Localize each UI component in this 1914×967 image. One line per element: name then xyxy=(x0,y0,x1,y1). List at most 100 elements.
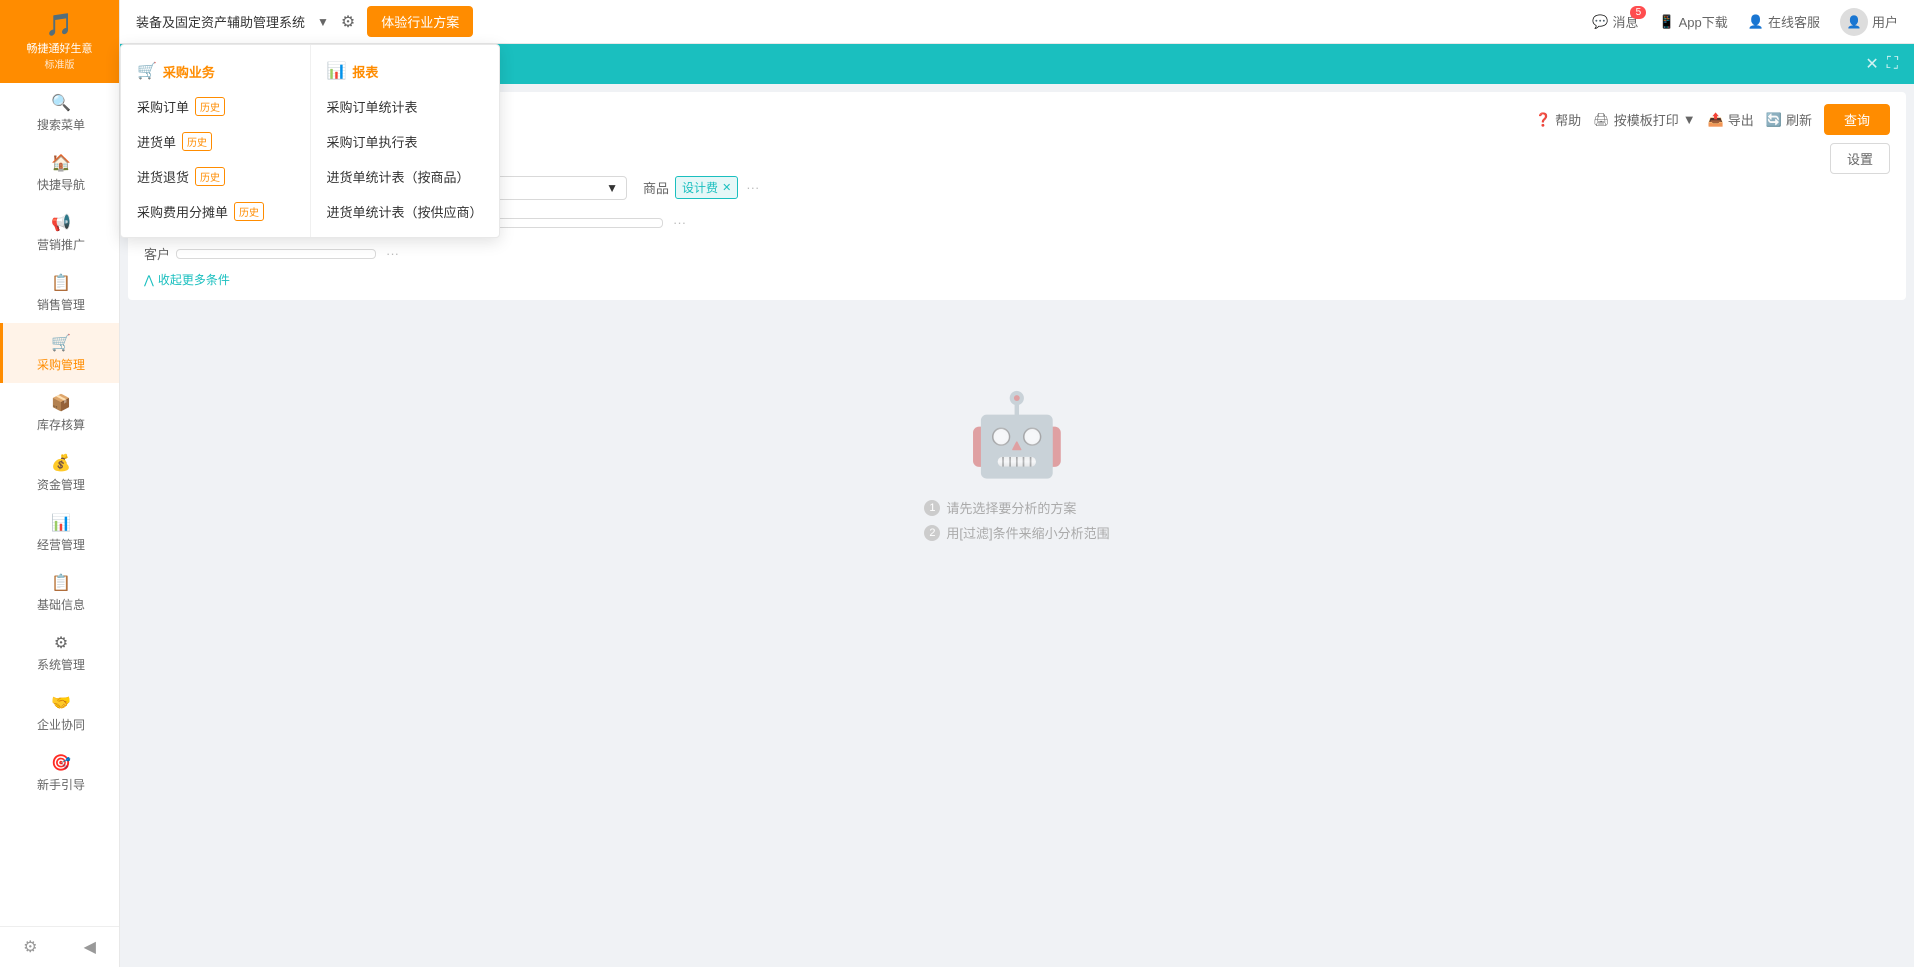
sidebar-item-search[interactable]: 🔍 搜索菜单 xyxy=(0,83,119,143)
purchase-col-title: 采购业务 xyxy=(163,62,215,81)
sidebar-item-inventory[interactable]: 📦 库存核算 xyxy=(0,383,119,443)
dropdown-item-expense[interactable]: 采购费用分摊单 历史 xyxy=(121,194,310,229)
sidebar-item-label: 新手引导 xyxy=(37,776,85,793)
settings-icon[interactable]: ⚙ xyxy=(23,937,37,957)
user-btn[interactable]: 👤 用户 xyxy=(1840,8,1898,36)
query-button[interactable]: 查询 xyxy=(1824,104,1890,135)
help-btn[interactable]: ❓ 帮助 xyxy=(1535,110,1581,129)
app-download-btn[interactable]: 📱 App下载 xyxy=(1658,12,1727,31)
dropdown-item-label: 进货单 xyxy=(137,132,176,151)
hint-text-1: 请先选择要分析的方案 xyxy=(946,498,1076,517)
message-badge: 5 xyxy=(1630,6,1646,19)
goods-tag-close[interactable]: ✕ xyxy=(722,181,731,194)
collapse-icon: ⋀ xyxy=(144,273,154,287)
collapse-label: 收起更多条件 xyxy=(158,271,230,288)
header-dropdown[interactable]: ▼ xyxy=(317,15,329,29)
header-left: 装备及固定资产辅助管理系统 ▼ ⚙ 体验行业方案 xyxy=(136,6,473,37)
sidebar-nav: 🔍 搜索菜单 🏠 快捷导航 📢 营销推广 📋 销售管理 🛒 采购管理 📦 xyxy=(0,83,119,926)
history-badge: 历史 xyxy=(195,97,225,116)
customer-select[interactable] xyxy=(176,249,376,259)
sidebar-item-purchase[interactable]: 🛒 采购管理 xyxy=(0,323,119,383)
logo-subtitle: 标准版 xyxy=(45,56,75,71)
sidebar-item-label: 系统管理 xyxy=(37,656,85,673)
empty-state: 🤖 1 请先选择要分析的方案 2 用[过滤]条件来缩小分析范围 xyxy=(120,308,1914,628)
sidebar-item-system[interactable]: ⚙ 系统管理 xyxy=(0,623,119,683)
set-button[interactable]: 设置 xyxy=(1830,143,1890,174)
sidebar-item-label: 营销推广 xyxy=(37,236,85,253)
refresh-btn[interactable]: 🔄 刷新 xyxy=(1766,110,1812,129)
sidebar-logo: 🎵 畅捷通好生意 标准版 xyxy=(0,0,119,83)
sidebar-item-operation[interactable]: 📊 经营管理 xyxy=(0,503,119,563)
dropdown-item-label: 采购订单统计表 xyxy=(327,97,418,116)
chevron-down-icon: ▼ xyxy=(317,15,329,29)
sidebar-item-label: 库存核算 xyxy=(37,416,85,433)
hint-text-2: 用[过滤]条件来缩小分析范围 xyxy=(946,523,1109,542)
sidebar-item-label: 快捷导航 xyxy=(37,176,85,193)
dropdown-item-label: 进货单统计表（按供应商） xyxy=(327,202,483,221)
avatar: 👤 xyxy=(1840,8,1868,36)
salesman-more-dots[interactable]: ··· xyxy=(673,215,686,230)
logo-icon: 🎵 xyxy=(46,12,73,38)
voucher-status-dropdown: ▼ xyxy=(606,181,618,195)
sidebar-item-enterprise[interactable]: 🤝 企业协同 xyxy=(0,683,119,743)
top-header: 装备及固定资产辅助管理系统 ▼ ⚙ 体验行业方案 💬 消息 5 📱 App下载 xyxy=(120,0,1914,44)
dropdown-item-inbound-stats-supplier[interactable]: 进货单统计表（按供应商） xyxy=(311,194,500,229)
report-col-header: 📊 报表 xyxy=(311,53,500,89)
inventory-icon: 📦 xyxy=(51,393,71,413)
customer-label: 客户 xyxy=(144,244,170,263)
guide-icon: 🎯 xyxy=(51,753,71,773)
refresh-icon: 🔄 xyxy=(1766,112,1782,128)
app-download-label: App下载 xyxy=(1679,12,1728,31)
dropdown-item-purchase-order[interactable]: 采购订单 历史 xyxy=(121,89,310,124)
dropdown-item-inbound[interactable]: 进货单 历史 xyxy=(121,124,310,159)
sidebar-item-finance[interactable]: 💰 资金管理 xyxy=(0,443,119,503)
sidebar-item-guide[interactable]: 🎯 新手引导 xyxy=(0,743,119,803)
dropdown-item-order-stats[interactable]: 采购订单统计表 xyxy=(311,89,500,124)
hint-num-2: 2 xyxy=(924,525,940,541)
customer-more-dots[interactable]: ··· xyxy=(386,246,399,261)
sidebar: 🎵 畅捷通好生意 标准版 🔍 搜索菜单 🏠 快捷导航 📢 营销推广 📋 销售管理 xyxy=(0,0,120,967)
goods-more-dots[interactable]: ··· xyxy=(746,180,759,195)
goods-label: 商品 xyxy=(643,178,669,197)
phone-icon: 📱 xyxy=(1658,14,1674,30)
dropdown-item-order-exec[interactable]: 采购订单执行表 xyxy=(311,124,500,159)
dropdown-item-inbound-stats-goods[interactable]: 进货单统计表（按商品） xyxy=(311,159,500,194)
tab-expand-icon[interactable]: ⛶ xyxy=(1887,55,1898,73)
online-service-label: 在线客服 xyxy=(1768,12,1820,31)
sidebar-item-label: 采购管理 xyxy=(37,356,85,373)
customer-filter: 客户 ··· xyxy=(144,244,399,263)
print-btn[interactable]: 🖨 按模板打印 ▼ xyxy=(1593,110,1695,129)
print-dropdown-icon: ▼ xyxy=(1683,112,1696,127)
service-icon: 👤 xyxy=(1748,14,1764,30)
online-service-btn[interactable]: 👤 在线客服 xyxy=(1748,12,1820,31)
header-gear-icon[interactable]: ⚙ xyxy=(341,12,355,32)
sidebar-item-marketing[interactable]: 📢 营销推广 xyxy=(0,203,119,263)
sidebar-item-label: 资金管理 xyxy=(37,476,85,493)
finance-icon: 💰 xyxy=(51,453,71,473)
sales-icon: 📋 xyxy=(51,273,71,293)
report-col: 📊 报表 采购订单统计表 采购订单执行表 进货单统计表（按商品） 进货单统计表（… xyxy=(311,45,500,237)
tab-close-all-icon[interactable]: ✕ xyxy=(1865,54,1878,74)
collapse-btn[interactable]: ⋀ 收起更多条件 xyxy=(144,271,1890,288)
sidebar-bottom: ⚙ ◀ xyxy=(0,926,119,967)
collapse-sidebar-icon[interactable]: ◀ xyxy=(84,937,96,957)
dropdown-item-label: 进货退货 xyxy=(137,167,189,186)
export-btn[interactable]: 📤 导出 xyxy=(1708,110,1754,129)
sidebar-item-basic[interactable]: 📋 基础信息 xyxy=(0,563,119,623)
dropdown-item-label: 采购订单 xyxy=(137,97,189,116)
user-label: 用户 xyxy=(1872,12,1898,31)
goods-tag-value: 设计费 xyxy=(682,179,718,196)
report-col-icon: 📊 xyxy=(327,61,347,81)
sidebar-item-quicknav[interactable]: 🏠 快捷导航 xyxy=(0,143,119,203)
purchase-col: 🛒 采购业务 采购订单 历史 进货单 历史 进货退货 历史 采购费用分摊单 历史 xyxy=(121,45,311,237)
sidebar-item-sales[interactable]: 📋 销售管理 xyxy=(0,263,119,323)
dropdown-item-label: 采购费用分摊单 xyxy=(137,202,228,221)
industry-btn[interactable]: 体验行业方案 xyxy=(367,6,473,37)
system-icon: ⚙ xyxy=(54,633,68,653)
system-title: 装备及固定资产辅助管理系统 xyxy=(136,12,305,31)
report-col-title: 报表 xyxy=(352,62,378,81)
message-btn[interactable]: 💬 消息 5 xyxy=(1592,12,1638,31)
sidebar-item-label: 销售管理 xyxy=(37,296,85,313)
home-icon: 🏠 xyxy=(51,153,71,173)
dropdown-item-return[interactable]: 进货退货 历史 xyxy=(121,159,310,194)
